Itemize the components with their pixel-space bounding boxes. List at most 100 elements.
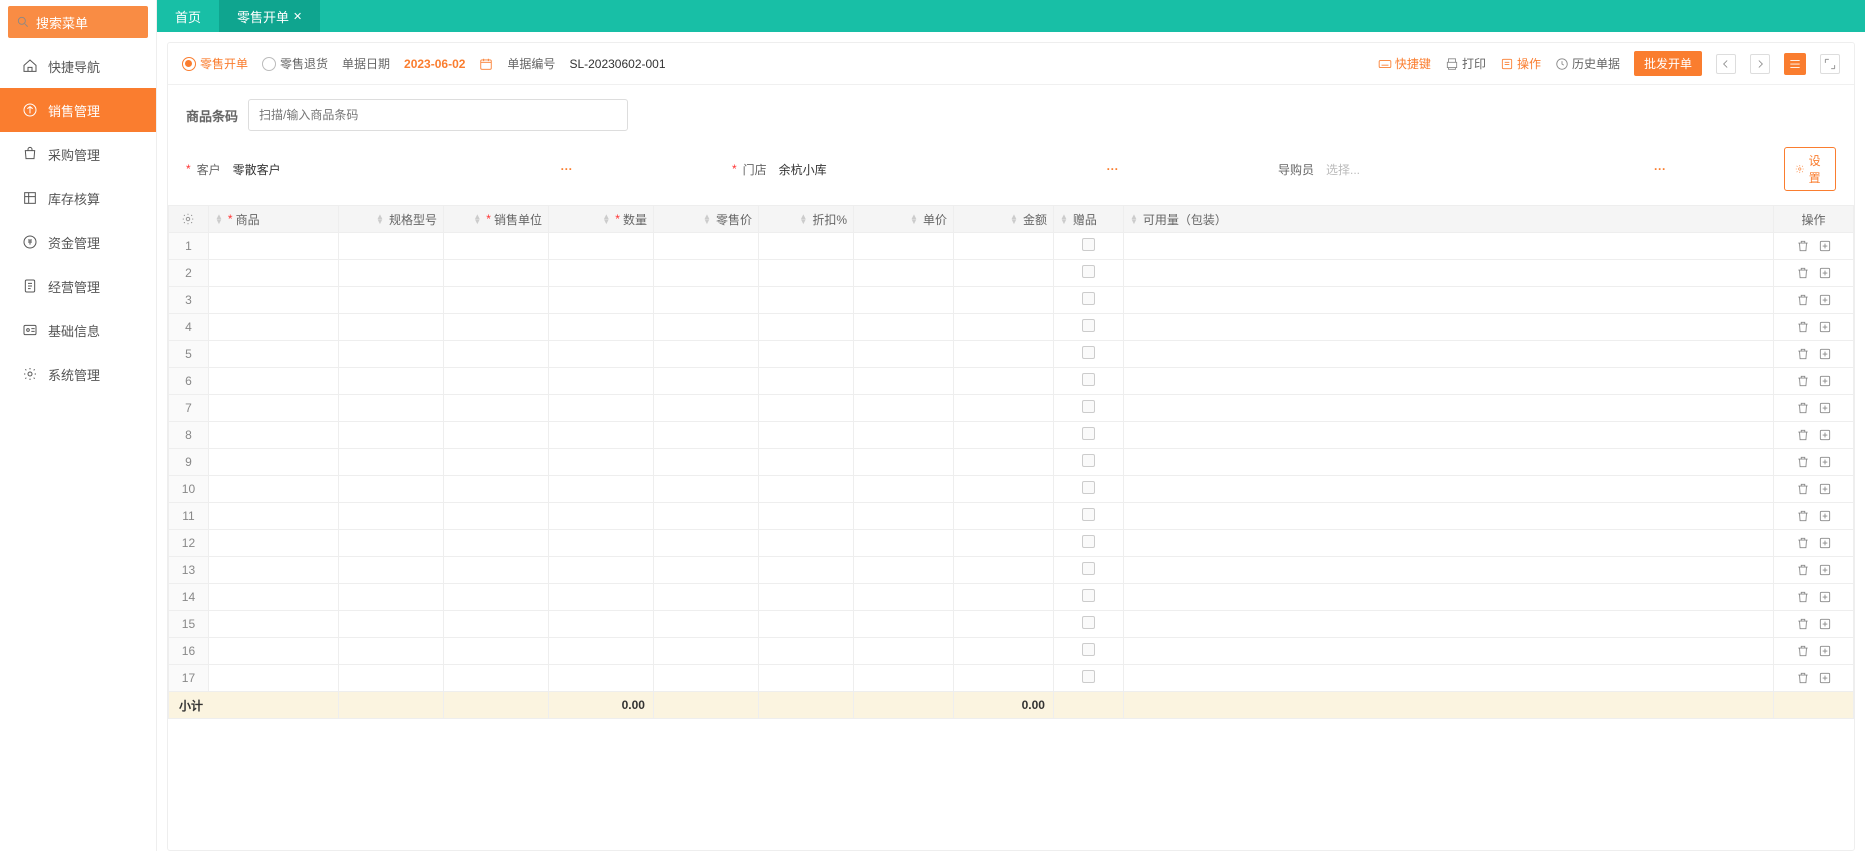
cell-unit-price[interactable] [853, 341, 953, 368]
cell-unit-price[interactable] [853, 584, 953, 611]
cell-retail-price[interactable] [653, 341, 758, 368]
table-row[interactable]: 4 [168, 314, 1853, 341]
prev-doc-button[interactable] [1716, 54, 1736, 74]
add-row-button[interactable] [1818, 671, 1832, 686]
cell-retail-price[interactable] [653, 503, 758, 530]
cell-discount[interactable] [758, 638, 853, 665]
cell-unit-price[interactable] [853, 476, 953, 503]
cell-amount[interactable] [953, 557, 1053, 584]
cell-gift[interactable] [1053, 665, 1123, 692]
cell-retail-price[interactable] [653, 665, 758, 692]
delete-row-button[interactable] [1796, 293, 1810, 308]
radio-retail-return[interactable]: 零售退货 [262, 55, 328, 72]
gift-checkbox[interactable] [1082, 589, 1095, 602]
gift-checkbox[interactable] [1082, 508, 1095, 521]
ops-link[interactable]: 操作 [1500, 55, 1541, 72]
cell-unit[interactable] [443, 314, 548, 341]
cell-unit-price[interactable] [853, 638, 953, 665]
cell-unit[interactable] [443, 341, 548, 368]
cell-unit[interactable] [443, 665, 548, 692]
cell-gift[interactable] [1053, 449, 1123, 476]
sidebar-item-operations[interactable]: 经营管理 [0, 264, 156, 308]
cell-retail-price[interactable] [653, 476, 758, 503]
guide-picker-button[interactable]: ··· [1646, 162, 1674, 176]
cell-retail-price[interactable] [653, 638, 758, 665]
delete-row-button[interactable] [1796, 563, 1810, 578]
gift-checkbox[interactable] [1082, 616, 1095, 629]
add-row-button[interactable] [1818, 239, 1832, 254]
store-field[interactable]: * 门店 余杭小库 ··· [732, 159, 1272, 180]
cell-spec[interactable] [338, 260, 443, 287]
cell-discount[interactable] [758, 233, 853, 260]
add-row-button[interactable] [1818, 293, 1832, 308]
col-spec[interactable]: ▲▼规格型号 [338, 206, 443, 233]
cell-amount[interactable] [953, 665, 1053, 692]
cell-unit-price[interactable] [853, 260, 953, 287]
cell-retail-price[interactable] [653, 449, 758, 476]
cell-discount[interactable] [758, 368, 853, 395]
cell-unit[interactable] [443, 449, 548, 476]
delete-row-button[interactable] [1796, 347, 1810, 362]
cell-product[interactable] [208, 314, 338, 341]
cell-qty[interactable] [548, 341, 653, 368]
cell-spec[interactable] [338, 395, 443, 422]
cell-spec[interactable] [338, 314, 443, 341]
cell-spec[interactable] [338, 584, 443, 611]
gift-checkbox[interactable] [1082, 643, 1095, 656]
cell-gift[interactable] [1053, 530, 1123, 557]
customer-picker-button[interactable]: ··· [553, 162, 581, 176]
col-config[interactable] [168, 206, 208, 233]
cell-gift[interactable] [1053, 233, 1123, 260]
cell-retail-price[interactable] [653, 557, 758, 584]
cell-amount[interactable] [953, 530, 1053, 557]
cell-product[interactable] [208, 233, 338, 260]
add-row-button[interactable] [1818, 590, 1832, 605]
delete-row-button[interactable] [1796, 617, 1810, 632]
table-row[interactable]: 13 [168, 557, 1853, 584]
cell-qty[interactable] [548, 611, 653, 638]
cell-unit-price[interactable] [853, 503, 953, 530]
print-link[interactable]: 打印 [1445, 55, 1486, 72]
gift-checkbox[interactable] [1082, 562, 1095, 575]
add-row-button[interactable] [1818, 401, 1832, 416]
history-link[interactable]: 历史单据 [1555, 55, 1620, 72]
sidebar-item-funds[interactable]: 资金管理 [0, 220, 156, 264]
cell-discount[interactable] [758, 476, 853, 503]
cell-discount[interactable] [758, 395, 853, 422]
table-row[interactable]: 6 [168, 368, 1853, 395]
cell-unit-price[interactable] [853, 314, 953, 341]
cell-unit[interactable] [443, 638, 548, 665]
add-row-button[interactable] [1818, 374, 1832, 389]
cell-unit[interactable] [443, 557, 548, 584]
cell-unit-price[interactable] [853, 665, 953, 692]
cell-unit-price[interactable] [853, 233, 953, 260]
tab-零售开单[interactable]: 零售开单✕ [219, 0, 320, 32]
cell-gift[interactable] [1053, 395, 1123, 422]
delete-row-button[interactable] [1796, 509, 1810, 524]
delete-row-button[interactable] [1796, 374, 1810, 389]
search-menu-button[interactable]: 搜索菜单 [8, 6, 148, 38]
add-row-button[interactable] [1818, 482, 1832, 497]
gift-checkbox[interactable] [1082, 238, 1095, 251]
cell-gift[interactable] [1053, 557, 1123, 584]
add-row-button[interactable] [1818, 320, 1832, 335]
shortcut-link[interactable]: 快捷键 [1378, 55, 1431, 72]
cell-amount[interactable] [953, 449, 1053, 476]
settings-button[interactable]: 设置 [1784, 147, 1836, 191]
batch-order-button[interactable]: 批发开单 [1634, 51, 1702, 76]
sidebar-item-system[interactable]: 系统管理 [0, 352, 156, 396]
cell-unit[interactable] [443, 233, 548, 260]
sidebar-item-purchase[interactable]: 采购管理 [0, 132, 156, 176]
cell-amount[interactable] [953, 476, 1053, 503]
add-row-button[interactable] [1818, 509, 1832, 524]
table-row[interactable]: 12 [168, 530, 1853, 557]
gift-checkbox[interactable] [1082, 481, 1095, 494]
cell-unit[interactable] [443, 422, 548, 449]
table-row[interactable]: 1 [168, 233, 1853, 260]
delete-row-button[interactable] [1796, 428, 1810, 443]
cell-unit[interactable] [443, 611, 548, 638]
cell-unit-price[interactable] [853, 368, 953, 395]
cell-product[interactable] [208, 638, 338, 665]
cell-unit-price[interactable] [853, 611, 953, 638]
cell-product[interactable] [208, 530, 338, 557]
